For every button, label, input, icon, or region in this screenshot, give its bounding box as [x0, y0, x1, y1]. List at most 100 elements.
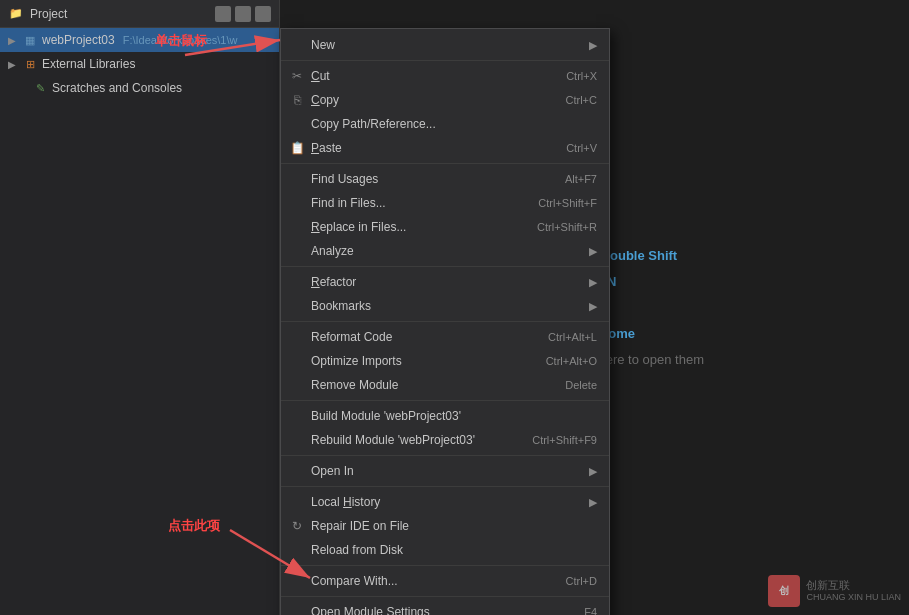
panel-actions — [215, 6, 271, 22]
tree-item-webproject03[interactable]: ▶ ▦ webProject03 F:\IdeaWorkspaces\1\w — [0, 28, 279, 52]
menu-arrow-local-history: ▶ — [589, 496, 597, 509]
menu-item-paste[interactable]: 📋 Paste Ctrl+V — [281, 136, 609, 160]
menu-label-open-in: Open In — [311, 464, 354, 478]
tree-label-webproject03: webProject03 — [42, 33, 115, 47]
menu-arrow-bookmarks: ▶ — [589, 300, 597, 313]
menu-item-bookmarks[interactable]: Bookmarks ▶ — [281, 294, 609, 318]
annotation-click-item: 点击此项 — [168, 517, 220, 535]
tree-arrow-webproject03: ▶ — [8, 35, 18, 46]
watermark-text: 创新互联 CHUANG XIN HU LIAN — [806, 578, 901, 604]
menu-label-analyze: Analyze — [311, 244, 354, 258]
menu-label-copy-path: Copy Path/Reference... — [311, 117, 436, 131]
menu-label-cut: Cut — [311, 69, 330, 83]
menu-shortcut-replace: Ctrl+Shift+R — [537, 221, 597, 233]
menu-shortcut-paste: Ctrl+V — [566, 142, 597, 154]
menu-item-build-module[interactable]: Build Module 'webProject03' — [281, 404, 609, 428]
menu-shortcut-find-usages: Alt+F7 — [565, 173, 597, 185]
menu-label-replace-in-files: Replace in Files... — [311, 220, 406, 234]
panel-title: Project — [30, 7, 209, 21]
cut-icon: ✂ — [289, 69, 305, 83]
watermark-line1: 创新互联 — [806, 578, 901, 592]
menu-arrow-analyze: ▶ — [589, 245, 597, 258]
menu-sep-9 — [281, 596, 609, 597]
menu-item-remove-module[interactable]: Remove Module Delete — [281, 373, 609, 397]
menu-arrow-open-in: ▶ — [589, 465, 597, 478]
menu-label-reformat: Reformat Code — [311, 330, 392, 344]
menu-item-repair-ide[interactable]: ↻ Repair IDE on File — [281, 514, 609, 538]
menu-item-optimize[interactable]: Optimize Imports Ctrl+Alt+O — [281, 349, 609, 373]
paste-icon: 📋 — [289, 141, 305, 155]
watermark-logo: 创 — [768, 575, 800, 607]
menu-label-local-history: Local History — [311, 495, 380, 509]
menu-item-open-in[interactable]: Open In ▶ — [281, 459, 609, 483]
menu-label-open-module-settings: Open Module Settings — [311, 605, 430, 615]
menu-label-refactor: Refactor — [311, 275, 356, 289]
menu-item-find-in-files[interactable]: Find in Files... Ctrl+Shift+F — [281, 191, 609, 215]
panel-header: 📁 Project — [0, 0, 279, 28]
menu-item-compare-with[interactable]: Compare With... Ctrl+D — [281, 569, 609, 593]
menu-item-rebuild-module[interactable]: Rebuild Module 'webProject03' Ctrl+Shift… — [281, 428, 609, 452]
menu-item-copy-path[interactable]: Copy Path/Reference... — [281, 112, 609, 136]
menu-shortcut-compare: Ctrl+D — [566, 575, 597, 587]
menu-label-remove-module: Remove Module — [311, 378, 398, 392]
menu-shortcut-cut: Ctrl+X — [566, 70, 597, 82]
menu-label-new: New — [311, 38, 335, 52]
menu-sep-5 — [281, 400, 609, 401]
menu-item-find-usages[interactable]: Find Usages Alt+F7 — [281, 167, 609, 191]
menu-label-build-module: Build Module 'webProject03' — [311, 409, 461, 423]
project-panel-icon: 📁 — [8, 6, 24, 22]
menu-arrow-new: ▶ — [589, 39, 597, 52]
menu-label-paste: Paste — [311, 141, 342, 155]
menu-label-compare-with: Compare With... — [311, 574, 398, 588]
annotation-click-mouse: 单击鼠标 — [155, 32, 207, 50]
menu-item-new[interactable]: New ▶ — [281, 33, 609, 57]
menu-label-find-in-files: Find in Files... — [311, 196, 386, 210]
watermark-line2: CHUANG XIN HU LIAN — [806, 592, 901, 604]
tree-item-scratches[interactable]: ✎ Scratches and Consoles — [0, 76, 279, 100]
menu-shortcut-open-settings: F4 — [584, 606, 597, 615]
menu-shortcut-find-in-files: Ctrl+Shift+F — [538, 197, 597, 209]
menu-sep-4 — [281, 321, 609, 322]
menu-item-local-history[interactable]: Local History ▶ — [281, 490, 609, 514]
menu-sep-2 — [281, 163, 609, 164]
menu-label-reload-from-disk: Reload from Disk — [311, 543, 403, 557]
panel-close-btn[interactable] — [255, 6, 271, 22]
menu-item-analyze[interactable]: Analyze ▶ — [281, 239, 609, 263]
menu-item-refactor[interactable]: Refactor ▶ — [281, 270, 609, 294]
tree-arrow-ext: ▶ — [8, 59, 18, 70]
repair-icon: ↻ — [289, 519, 305, 533]
lib-icon: ⊞ — [22, 56, 38, 72]
menu-label-rebuild-module: Rebuild Module 'webProject03' — [311, 433, 475, 447]
menu-sep-8 — [281, 565, 609, 566]
menu-item-copy[interactable]: ⎘ Copy Ctrl+C — [281, 88, 609, 112]
menu-item-reload-from-disk[interactable]: Reload from Disk — [281, 538, 609, 562]
watermark: 创 创新互联 CHUANG XIN HU LIAN — [768, 575, 901, 607]
menu-item-reformat[interactable]: Reformat Code Ctrl+Alt+L — [281, 325, 609, 349]
menu-sep-6 — [281, 455, 609, 456]
menu-item-cut[interactable]: ✂ Cut Ctrl+X — [281, 64, 609, 88]
menu-label-copy: Copy — [311, 93, 339, 107]
copy-icon: ⎘ — [289, 93, 305, 107]
menu-label-bookmarks: Bookmarks — [311, 299, 371, 313]
menu-shortcut-optimize: Ctrl+Alt+O — [546, 355, 597, 367]
tree-label-scratches: Scratches and Consoles — [52, 81, 182, 95]
menu-sep-3 — [281, 266, 609, 267]
scratch-icon: ✎ — [32, 80, 48, 96]
menu-label-repair-ide: Repair IDE on File — [311, 519, 409, 533]
menu-shortcut-copy: Ctrl+C — [566, 94, 597, 106]
menu-shortcut-rebuild: Ctrl+Shift+F9 — [532, 434, 597, 446]
menu-shortcut-reformat: Ctrl+Alt+L — [548, 331, 597, 343]
menu-sep-1 — [281, 60, 609, 61]
menu-item-open-module-settings[interactable]: Open Module Settings F4 — [281, 600, 609, 615]
menu-label-find-usages: Find Usages — [311, 172, 378, 186]
menu-shortcut-remove: Delete — [565, 379, 597, 391]
tree-item-external-libraries[interactable]: ▶ ⊞ External Libraries — [0, 52, 279, 76]
menu-sep-7 — [281, 486, 609, 487]
menu-item-replace-in-files[interactable]: Replace in Files... Ctrl+Shift+R — [281, 215, 609, 239]
menu-label-optimize: Optimize Imports — [311, 354, 402, 368]
project-panel: 📁 Project ▶ ▦ webProject03 F:\IdeaWorksp… — [0, 0, 280, 615]
menu-arrow-refactor: ▶ — [589, 276, 597, 289]
panel-expand-btn[interactable] — [235, 6, 251, 22]
context-menu: New ▶ ✂ Cut Ctrl+X ⎘ Copy Ctrl+C Copy Pa… — [280, 28, 610, 615]
panel-gear-btn[interactable] — [215, 6, 231, 22]
